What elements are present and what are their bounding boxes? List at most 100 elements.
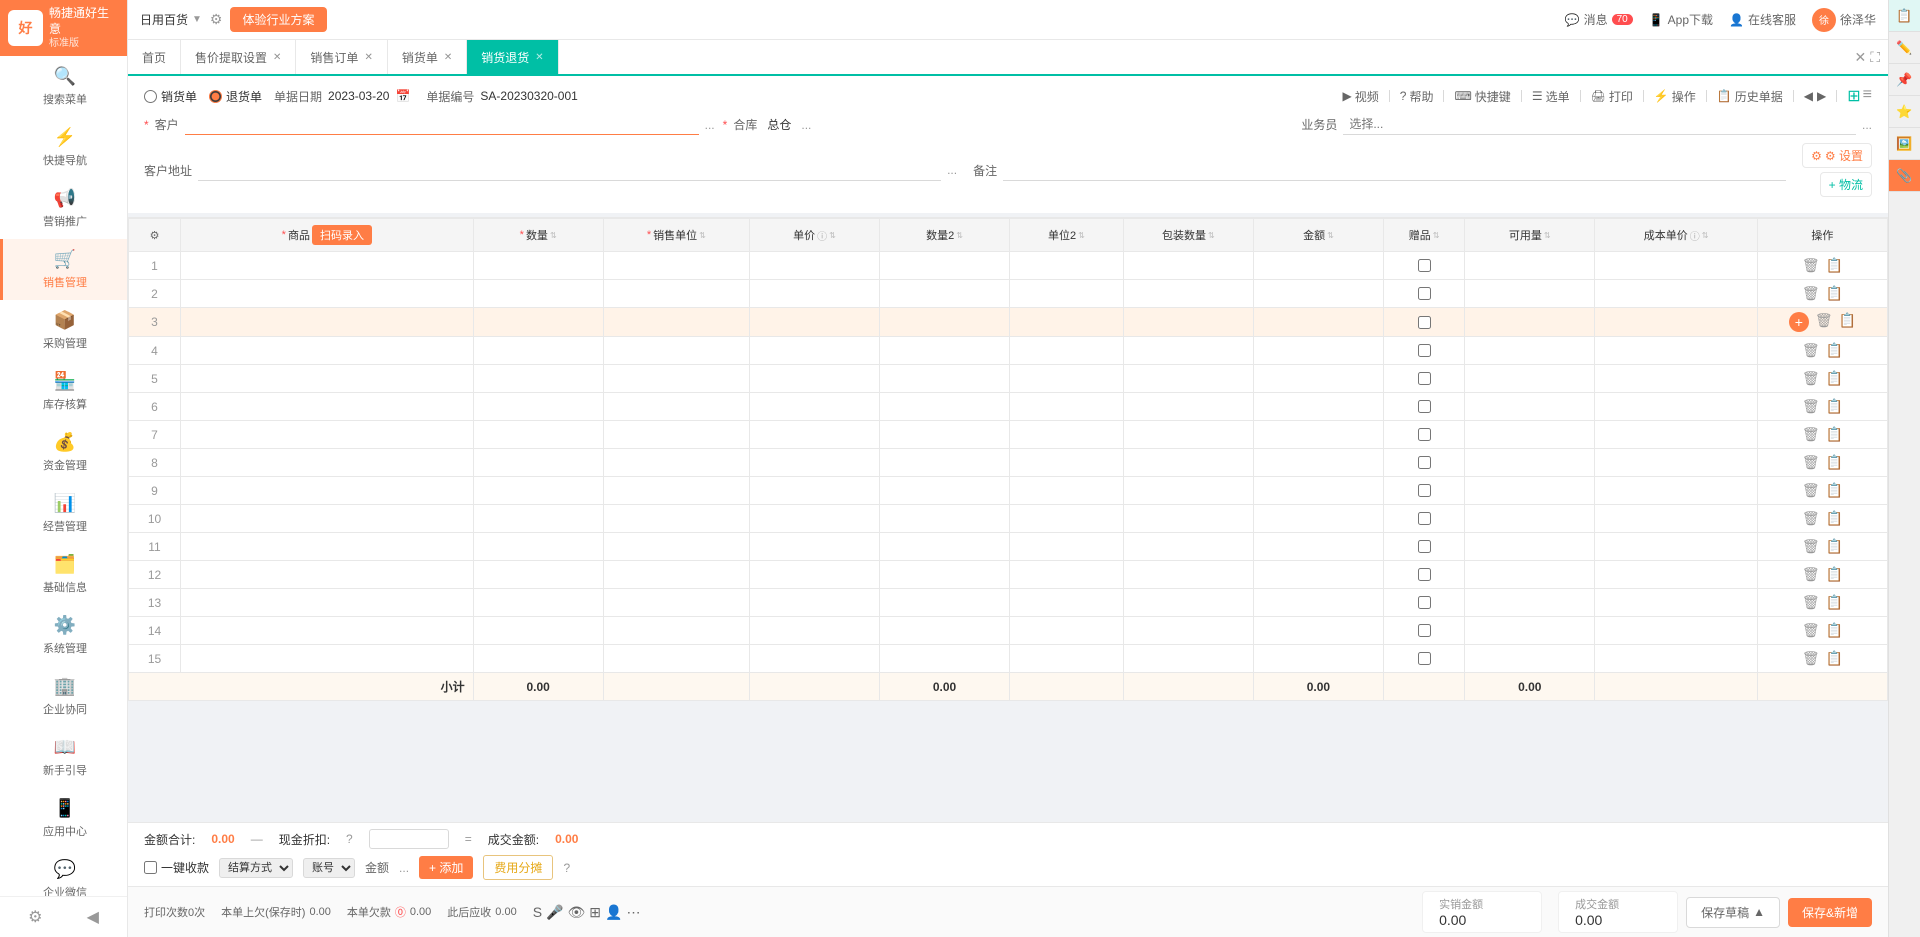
- delete-btn-13[interactable]: 🗑: [1802, 594, 1820, 611]
- gift-cell-2[interactable]: [1383, 280, 1464, 308]
- amount-cell-2[interactable]: [1253, 280, 1383, 308]
- unit-price-cell-3[interactable]: [749, 308, 879, 337]
- gift-cell-13[interactable]: [1383, 589, 1464, 617]
- unit2-cell-1[interactable]: [1010, 252, 1124, 280]
- help-btn[interactable]: ? 帮助: [1400, 88, 1434, 105]
- tab-sales-delivery-close[interactable]: ✕: [444, 52, 452, 63]
- available-cell-12[interactable]: [1465, 561, 1595, 589]
- save-draft-btn[interactable]: 保存草稿 ▲: [1686, 897, 1780, 928]
- quantity-cell-6[interactable]: [473, 393, 603, 421]
- delete-btn-6[interactable]: 🗑: [1802, 398, 1820, 415]
- sales-unit-cell-1[interactable]: [603, 252, 749, 280]
- sales-unit-cell-6[interactable]: [603, 393, 749, 421]
- split-btn[interactable]: 费用分摊: [483, 855, 553, 880]
- gift-checkbox-13[interactable]: [1418, 596, 1431, 609]
- gift-checkbox-14[interactable]: [1418, 624, 1431, 637]
- available-cell-14[interactable]: [1465, 617, 1595, 645]
- cost-price-cell-5[interactable]: [1595, 365, 1758, 393]
- qty2-sort-icon[interactable]: ⇅: [956, 231, 963, 240]
- history-btn[interactable]: 📋 历史单据: [1717, 88, 1783, 105]
- unit-price-cell-12[interactable]: [749, 561, 879, 589]
- table-settings-icon[interactable]: ⚙: [150, 230, 160, 242]
- sales-unit-cell-10[interactable]: [603, 505, 749, 533]
- sidebar-item-quick-nav[interactable]: ⚡ 快捷导航: [0, 117, 127, 178]
- app-download-btn[interactable]: 📱 App下载: [1649, 11, 1713, 28]
- sidebar-item-inventory[interactable]: 🏪 库存核算: [0, 361, 127, 422]
- calc-method-select[interactable]: 结算方式: [219, 858, 293, 878]
- copy-btn-4[interactable]: 📋: [1826, 342, 1843, 359]
- cost-price-cell-13[interactable]: [1595, 589, 1758, 617]
- one-click-checkbox[interactable]: 一键收款: [144, 859, 209, 876]
- quantity-cell-15[interactable]: [473, 645, 603, 673]
- qty2-cell-10[interactable]: [880, 505, 1010, 533]
- pkg-qty-cell-14[interactable]: [1123, 617, 1253, 645]
- unit-price-cell-13[interactable]: [749, 589, 879, 617]
- sales-unit-cell-14[interactable]: [603, 617, 749, 645]
- unit-price-cell-9[interactable]: [749, 477, 879, 505]
- amount-cell-4[interactable]: [1253, 337, 1383, 365]
- sales-unit-cell-7[interactable]: [603, 421, 749, 449]
- sales-unit-cell-9[interactable]: [603, 477, 749, 505]
- account-select[interactable]: 账号: [303, 858, 355, 878]
- daily-selector[interactable]: 日用百货 ▼: [140, 11, 202, 28]
- ras-btn-2[interactable]: ✏️: [1889, 32, 1920, 64]
- cost-price-cell-7[interactable]: [1595, 421, 1758, 449]
- online-service-btn[interactable]: 👤 在线客服: [1729, 11, 1796, 28]
- sales-unit-cell-15[interactable]: [603, 645, 749, 673]
- unit-price-sort-icon[interactable]: ⇅: [829, 231, 836, 240]
- video-btn[interactable]: ▶ 视频: [1343, 88, 1379, 105]
- unit-price-cell-6[interactable]: [749, 393, 879, 421]
- unit-price-cell-11[interactable]: [749, 533, 879, 561]
- tab-home[interactable]: 首页: [128, 40, 181, 75]
- amount-cell-9[interactable]: [1253, 477, 1383, 505]
- add-row-btn-3[interactable]: +: [1789, 312, 1809, 332]
- logistics-btn[interactable]: + 物流: [1820, 172, 1872, 197]
- gift-checkbox-8[interactable]: [1418, 456, 1431, 469]
- amount-cell-3[interactable]: [1253, 308, 1383, 337]
- copy-btn-8[interactable]: 📋: [1826, 454, 1843, 471]
- sales-unit-cell-3[interactable]: [603, 308, 749, 337]
- sidebar-item-search[interactable]: 🔍 搜索菜单: [0, 56, 127, 117]
- amount-cell-5[interactable]: [1253, 365, 1383, 393]
- available-cell-9[interactable]: [1465, 477, 1595, 505]
- unit-price-cell-15[interactable]: [749, 645, 879, 673]
- quantity-cell-1[interactable]: [473, 252, 603, 280]
- pkg-qty-cell-5[interactable]: [1123, 365, 1253, 393]
- pkg-qty-cell-12[interactable]: [1123, 561, 1253, 589]
- pkg-qty-cell-9[interactable]: [1123, 477, 1253, 505]
- copy-btn-6[interactable]: 📋: [1826, 398, 1843, 415]
- select-btn[interactable]: ☰ 选单: [1532, 88, 1570, 105]
- sale-bill-radio[interactable]: 销货单: [144, 88, 197, 105]
- unit2-cell-2[interactable]: [1010, 280, 1124, 308]
- product-cell-2[interactable]: [181, 280, 474, 308]
- product-cell-4[interactable]: [181, 337, 474, 365]
- save-new-btn[interactable]: 保存&新增: [1788, 898, 1872, 927]
- unit2-cell-4[interactable]: [1010, 337, 1124, 365]
- product-cell-5[interactable]: [181, 365, 474, 393]
- cost-sort-icon[interactable]: ⇅: [1702, 231, 1709, 240]
- topbar-settings-icon[interactable]: ⚙: [210, 11, 223, 28]
- th-settings[interactable]: ⚙: [129, 219, 181, 252]
- sidebar-item-apps[interactable]: 📱 应用中心: [0, 788, 127, 849]
- available-cell-4[interactable]: [1465, 337, 1595, 365]
- unit-price-cell-4[interactable]: [749, 337, 879, 365]
- amount-cell-1[interactable]: [1253, 252, 1383, 280]
- one-click-input[interactable]: [144, 861, 157, 874]
- pkg-qty-cell-2[interactable]: [1123, 280, 1253, 308]
- gift-checkbox-9[interactable]: [1418, 484, 1431, 497]
- gift-checkbox-15[interactable]: [1418, 652, 1431, 665]
- amount-cell-7[interactable]: [1253, 421, 1383, 449]
- unit2-cell-13[interactable]: [1010, 589, 1124, 617]
- ras-btn-3[interactable]: 📌: [1889, 64, 1920, 96]
- sidebar-item-operation[interactable]: 📊 经营管理: [0, 483, 127, 544]
- expand-icon[interactable]: ⛶: [1870, 49, 1880, 66]
- quantity-cell-3[interactable]: [473, 308, 603, 337]
- copy-btn-11[interactable]: 📋: [1826, 538, 1843, 555]
- amount-sort-icon[interactable]: ⇅: [1327, 231, 1334, 240]
- unit-price-cell-1[interactable]: [749, 252, 879, 280]
- salesperson-input[interactable]: [1343, 114, 1856, 135]
- product-cell-3[interactable]: [181, 308, 474, 337]
- copy-btn-12[interactable]: 📋: [1826, 566, 1843, 583]
- qty2-cell-9[interactable]: [880, 477, 1010, 505]
- pkg-qty-cell-6[interactable]: [1123, 393, 1253, 421]
